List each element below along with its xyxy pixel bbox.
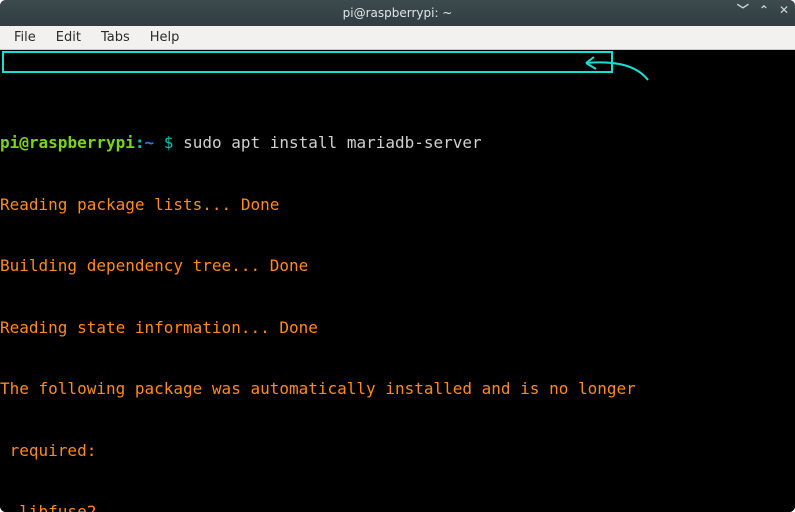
- window-title: pi@raspberrypi: ~: [0, 6, 795, 20]
- minimize-button[interactable]: ﹀: [737, 4, 749, 16]
- titlebar[interactable]: pi@raspberrypi: ~ ﹀ ⌃ ✕: [0, 0, 795, 26]
- prompt-sep: :: [135, 133, 145, 152]
- output-line: The following package was automatically …: [0, 379, 795, 400]
- menu-tabs[interactable]: Tabs: [93, 28, 138, 47]
- menu-file[interactable]: File: [6, 28, 44, 47]
- terminal-window: pi@raspberrypi: ~ ﹀ ⌃ ✕ File Edit Tabs H…: [0, 0, 795, 512]
- output-line: Reading package lists... Done: [0, 195, 795, 216]
- close-button[interactable]: ✕: [779, 4, 789, 16]
- menu-edit[interactable]: Edit: [48, 28, 89, 47]
- command-text: sudo apt install mariadb-server: [183, 133, 482, 152]
- annotation-highlight-box: [2, 51, 613, 73]
- menubar: File Edit Tabs Help: [0, 26, 795, 50]
- prompt-sigil: $: [154, 133, 183, 152]
- annotation-arrow-icon: [580, 55, 650, 85]
- prompt-user: pi: [0, 133, 19, 152]
- output-line: Building dependency tree... Done: [0, 256, 795, 277]
- output-line: Reading state information... Done: [0, 318, 795, 339]
- prompt-line: pi@raspberrypi:~ $ sudo apt install mari…: [0, 133, 795, 154]
- window-controls: ﹀ ⌃ ✕: [737, 4, 789, 16]
- prompt-path: ~: [145, 133, 155, 152]
- prompt-host: raspberrypi: [29, 133, 135, 152]
- terminal-area[interactable]: pi@raspberrypi:~ $ sudo apt install mari…: [0, 50, 795, 512]
- maximize-button[interactable]: ⌃: [759, 4, 769, 16]
- output-line: required:: [0, 441, 795, 462]
- output-line: libfuse2: [0, 502, 795, 512]
- prompt-at: @: [19, 133, 29, 152]
- menu-help[interactable]: Help: [142, 28, 188, 47]
